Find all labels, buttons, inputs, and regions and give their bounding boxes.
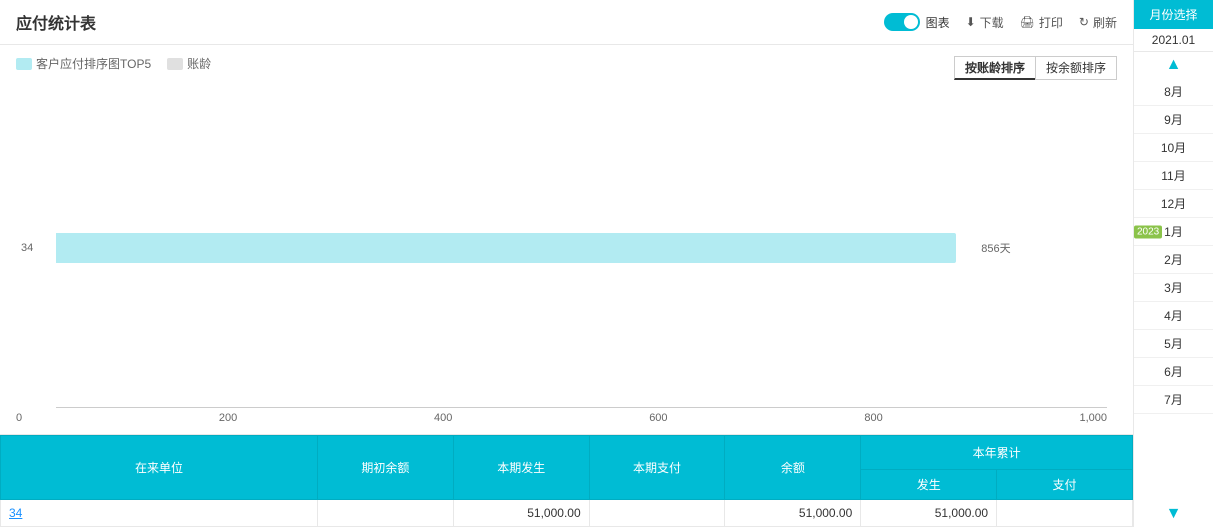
print-button[interactable]: 🖨 打印 xyxy=(1020,14,1063,31)
sidebar-month-item[interactable]: 7月 xyxy=(1134,386,1213,414)
sidebar-month-item[interactable]: 2月 xyxy=(1134,246,1213,274)
sidebar-month-item[interactable]: 6月 xyxy=(1134,358,1213,386)
sidebar-month-item[interactable]: 20231月 xyxy=(1134,218,1213,246)
cell-balance: 51,000.00 xyxy=(725,500,861,527)
table-row: 34 51,000.00 51,000.00 51,000.00 xyxy=(1,500,1133,527)
legend-age-label: 账龄 xyxy=(187,55,211,72)
header: 应付统计表 图表 ⬇ 下载 🖨 打印 ↻ 刷新 xyxy=(0,0,1133,45)
legend-series-label: 客户应付排序图TOP5 xyxy=(36,55,151,72)
cell-unit[interactable]: 34 xyxy=(1,500,318,527)
sidebar-month-item[interactable]: 9月 xyxy=(1134,106,1213,134)
sort-by-balance-button[interactable]: 按余额排序 xyxy=(1035,56,1117,80)
sidebar: 月份选择 2021.01 ▲ 8月9月10月11月12月20231月2月3月4月… xyxy=(1133,0,1213,527)
sidebar-up-arrow[interactable]: ▲ xyxy=(1134,52,1213,78)
x-label-0: 0 xyxy=(16,412,22,424)
x-label-200: 200 xyxy=(219,412,237,424)
x-label-600: 600 xyxy=(649,412,667,424)
col-ytd: 本年累计 xyxy=(861,436,1133,470)
download-button[interactable]: ⬇ 下载 xyxy=(966,14,1004,31)
x-axis-line xyxy=(56,407,1107,408)
sidebar-month-item[interactable]: 3月 xyxy=(1134,274,1213,302)
refresh-icon: ↻ xyxy=(1079,15,1089,29)
chart-legend: 客户应付排序图TOP5 账龄 xyxy=(16,55,211,72)
chart-toggle[interactable] xyxy=(884,13,920,31)
x-label-400: 400 xyxy=(434,412,452,424)
sidebar-month-item[interactable]: 11月 xyxy=(1134,162,1213,190)
chart-area: 34 856天 0 200 400 600 800 1,000 xyxy=(16,88,1117,424)
chart-bar-end-label: 856天 xyxy=(981,240,1010,256)
col-ytd-occurrence: 发生 xyxy=(861,470,997,500)
month-list: 8月9月10月11月12月20231月2月3月4月5月6月7月 xyxy=(1134,78,1213,501)
chart-inner: 34 856天 xyxy=(56,88,1107,408)
sidebar-current-date: 2021.01 xyxy=(1134,29,1213,52)
sidebar-month-item[interactable]: 4月 xyxy=(1134,302,1213,330)
chart-bar: 856天 xyxy=(56,233,956,263)
sidebar-month-item[interactable]: 10月 xyxy=(1134,134,1213,162)
page-title: 应付统计表 xyxy=(16,10,96,34)
sidebar-down-arrow[interactable]: ▼ xyxy=(1134,501,1213,527)
legend-age-color xyxy=(167,58,183,70)
legend-age: 账龄 xyxy=(167,55,211,72)
legend-series-color xyxy=(16,58,32,70)
chart-toggle-label: 图表 xyxy=(926,14,950,31)
table-section: 在来单位 期初余额 本期发生 本期支付 余额 本年累计 发生 支付 34 51,… xyxy=(0,434,1133,527)
download-icon: ⬇ xyxy=(966,15,976,29)
chart-section: 客户应付排序图TOP5 账龄 按账龄排序 按余额排序 34 856天 xyxy=(0,45,1133,434)
col-unit: 在来单位 xyxy=(1,436,318,500)
cell-current-occurrence: 51,000.00 xyxy=(453,500,589,527)
sidebar-month-item[interactable]: 12月 xyxy=(1134,190,1213,218)
x-label-1000: 1,000 xyxy=(1079,412,1107,424)
cell-ytd-occurrence: 51,000.00 xyxy=(861,500,997,527)
cell-ytd-payment xyxy=(997,500,1133,527)
legend-series: 客户应付排序图TOP5 xyxy=(16,55,151,72)
refresh-button[interactable]: ↻ 刷新 xyxy=(1079,14,1117,31)
cell-period-balance xyxy=(317,500,453,527)
chart-y-label: 34 xyxy=(21,242,33,254)
header-actions: 图表 ⬇ 下载 🖨 打印 ↻ 刷新 xyxy=(884,13,1117,31)
sidebar-month-item[interactable]: 8月 xyxy=(1134,78,1213,106)
chart-sort: 按账龄排序 按余额排序 xyxy=(954,56,1117,80)
sidebar-month-item[interactable]: 5月 xyxy=(1134,330,1213,358)
main-content: 应付统计表 图表 ⬇ 下载 🖨 打印 ↻ 刷新 xyxy=(0,0,1133,527)
print-icon: 🖨 xyxy=(1020,15,1035,29)
x-axis-labels: 0 200 400 600 800 1,000 xyxy=(16,412,1117,424)
col-balance: 余额 xyxy=(725,436,861,500)
col-current-occurrence: 本期发生 xyxy=(453,436,589,500)
sort-by-age-button[interactable]: 按账龄排序 xyxy=(954,56,1035,80)
sidebar-title[interactable]: 月份选择 xyxy=(1134,0,1213,29)
x-label-800: 800 xyxy=(864,412,882,424)
data-table: 在来单位 期初余额 本期发生 本期支付 余额 本年累计 发生 支付 34 51,… xyxy=(0,435,1133,527)
cell-current-payment xyxy=(589,500,725,527)
chart-toggle-container: 图表 xyxy=(884,13,950,31)
col-period-balance: 期初余额 xyxy=(317,436,453,500)
col-current-payment: 本期支付 xyxy=(589,436,725,500)
col-ytd-payment: 支付 xyxy=(997,470,1133,500)
